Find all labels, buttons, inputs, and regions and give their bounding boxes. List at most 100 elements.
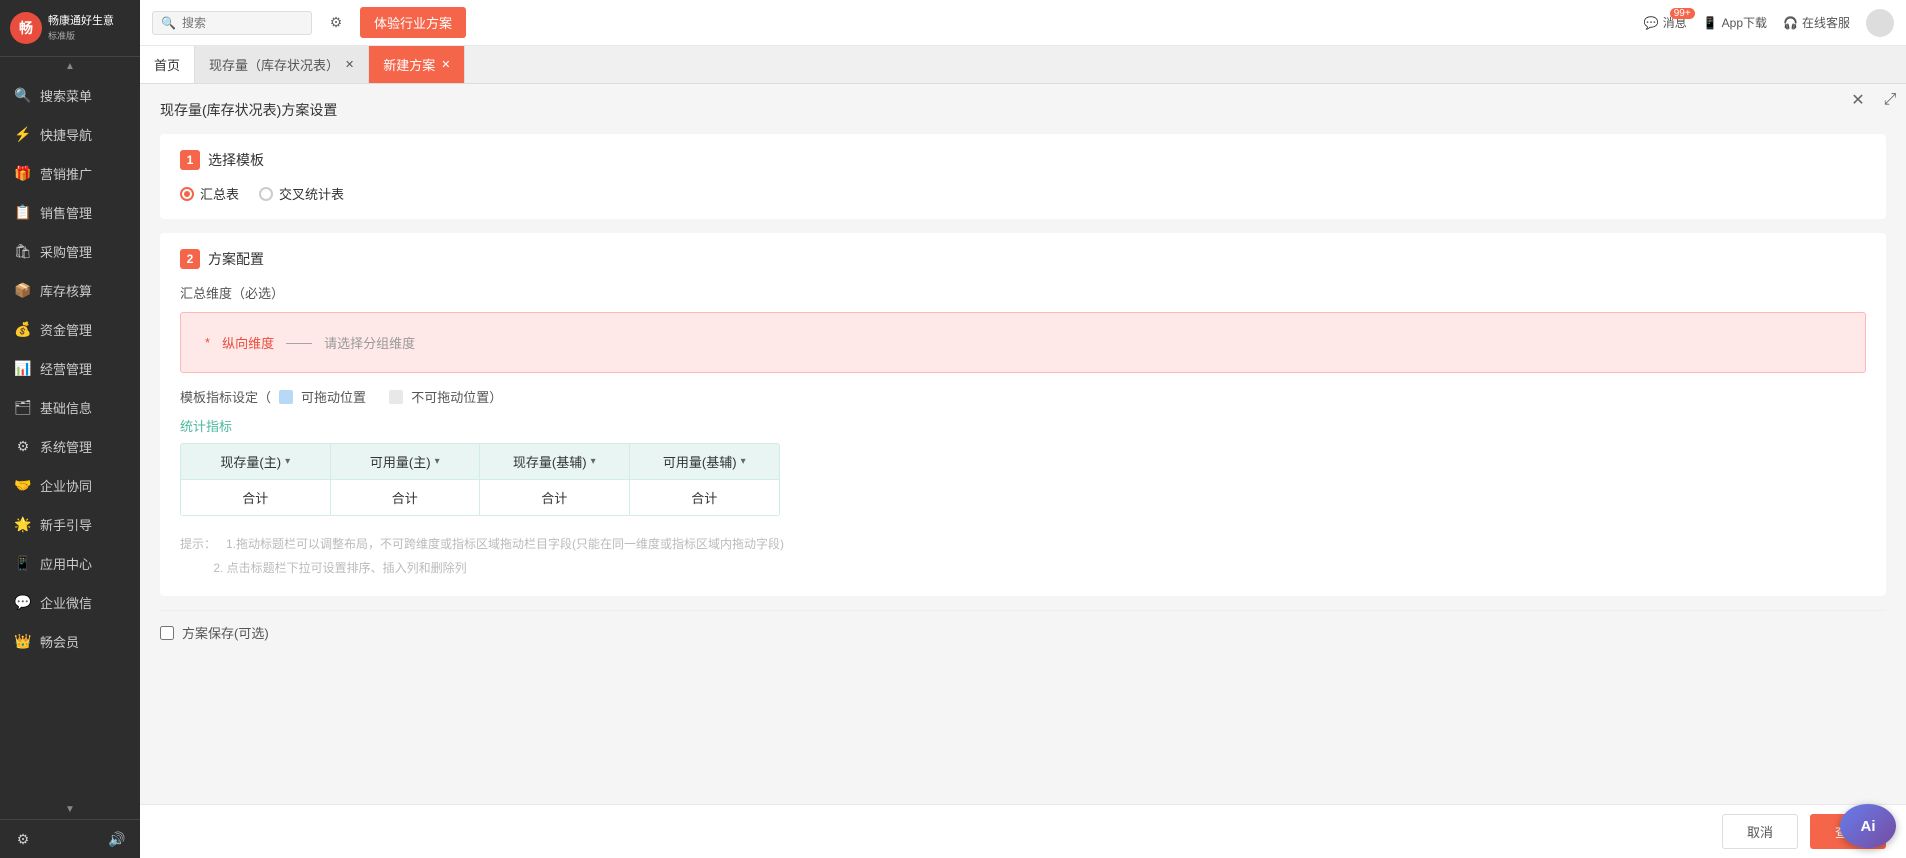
tabbar: 首页 现存量（库存状况表） ✕ 新建方案 ✕ bbox=[140, 46, 1906, 84]
sidebar-item-search[interactable]: 🔍 搜索菜单 bbox=[0, 76, 140, 115]
save-area: 方案保存(可选) bbox=[160, 610, 1886, 654]
tips-item-1: 提示： 1.拖动标题栏可以调整布局，不可跨维度或指标区域拖动栏目字段(只能在同一… bbox=[180, 532, 1866, 556]
step2-title: 方案配置 bbox=[208, 249, 264, 269]
enterprise-icon: 🤝 bbox=[14, 477, 32, 495]
stats-col-2[interactable]: 可用量(主) ▾ bbox=[331, 444, 481, 479]
stats-cell-1-1: 合计 bbox=[181, 479, 331, 515]
basic-info-icon: 🗂 bbox=[14, 399, 32, 417]
app-label: App下载 bbox=[1722, 14, 1767, 31]
draggable-text: 可拖动位置 bbox=[301, 387, 366, 406]
stats-cell-1-4: 合计 bbox=[630, 479, 780, 515]
modal-expand-btn[interactable]: ⤢ bbox=[1874, 84, 1906, 116]
trial-btn[interactable]: 体验行业方案 bbox=[360, 7, 466, 38]
search-input[interactable] bbox=[182, 16, 282, 30]
wechat-icon: 💬 bbox=[14, 594, 32, 612]
tab-home-label: 首页 bbox=[154, 55, 180, 74]
page-content: ✕ ⤢ 现存量(库存状况表)方案设置 1 选择模板 汇总表 bbox=[140, 84, 1906, 804]
radio-summary-label: 汇总表 bbox=[200, 184, 239, 203]
quick-nav-icon: ⚡ bbox=[14, 126, 32, 144]
ai-fab-button[interactable]: Ai bbox=[1840, 804, 1896, 848]
radio-dot-cross bbox=[259, 187, 273, 201]
sidebar-item-newbie[interactable]: 🌟 新手引导 bbox=[0, 505, 140, 544]
sidebar-label-search: 搜索菜单 bbox=[40, 86, 92, 105]
sidebar-item-finance[interactable]: 💰 资金管理 bbox=[0, 310, 140, 349]
sidebar-item-sales[interactable]: 📋 销售管理 bbox=[0, 193, 140, 232]
settings-icon[interactable]: ⚙ bbox=[14, 830, 32, 848]
tab-new-scheme-close[interactable]: ✕ bbox=[441, 58, 450, 71]
tab-inventory-status[interactable]: 现存量（库存状况表） ✕ bbox=[195, 46, 369, 83]
indicator-settings-text: 模板指标设定（ bbox=[180, 387, 271, 406]
search-icon: 🔍 bbox=[14, 87, 32, 105]
tab-new-scheme[interactable]: 新建方案 ✕ bbox=[369, 46, 465, 83]
stats-col-4-label: 可用量(基辅) bbox=[663, 452, 737, 471]
sidebar-label-newbie: 新手引导 bbox=[40, 515, 92, 534]
chevron-icon-4: ▾ bbox=[741, 456, 746, 467]
sidebar-item-operations[interactable]: 📊 经营管理 bbox=[0, 349, 140, 388]
app-edition: 标准版 bbox=[48, 29, 114, 42]
topbar-right: 💬 消息 99+ 📱 App下载 🎧 在线客服 bbox=[1644, 9, 1894, 37]
sidebar-item-basic-info[interactable]: 🗂 基础信息 bbox=[0, 388, 140, 427]
dimension-box: * 纵向维度 —— 请选择分组维度 bbox=[180, 312, 1866, 373]
service-btn[interactable]: 🎧 在线客服 bbox=[1783, 14, 1850, 31]
message-icon: 💬 bbox=[1644, 16, 1659, 30]
sidebar-item-member[interactable]: 👑 畅会员 bbox=[0, 622, 140, 661]
draggable-badge bbox=[279, 390, 293, 404]
radio-summary[interactable]: 汇总表 bbox=[180, 184, 239, 203]
topbar: 🔍 ⚙ 体验行业方案 💬 消息 99+ 📱 App下载 🎧 在线客服 bbox=[140, 0, 1906, 46]
save-label: 方案保存(可选) bbox=[182, 623, 269, 642]
tab-inventory-close[interactable]: ✕ bbox=[345, 58, 354, 71]
chevron-icon-2: ▾ bbox=[435, 456, 440, 467]
stats-col-1[interactable]: 现存量(主) ▾ bbox=[181, 444, 331, 479]
cancel-button[interactable]: 取消 bbox=[1722, 814, 1798, 849]
sidebar-scroll-up[interactable]: ▲ bbox=[0, 57, 140, 76]
save-checkbox[interactable] bbox=[160, 626, 174, 640]
sidebar-scroll-down[interactable]: ▼ bbox=[0, 800, 140, 819]
dim-placeholder[interactable]: 请选择分组维度 bbox=[324, 333, 415, 352]
stats-cell-1-3: 合计 bbox=[480, 479, 630, 515]
user-avatar[interactable] bbox=[1866, 9, 1894, 37]
sidebar-item-marketing[interactable]: 🎁 营销推广 bbox=[0, 154, 140, 193]
stats-table: 现存量(主) ▾ 可用量(主) ▾ 现存量(基辅) ▾ 可用量(基辅) bbox=[180, 443, 780, 516]
radio-cross[interactable]: 交叉统计表 bbox=[259, 184, 344, 203]
sidebar-label-operations: 经营管理 bbox=[40, 359, 92, 378]
tab-home[interactable]: 首页 bbox=[140, 46, 195, 83]
tab-inventory-status-label: 现存量（库存状况表） bbox=[209, 55, 339, 74]
sidebar-item-system[interactable]: ⚙ 系统管理 bbox=[0, 427, 140, 466]
step2-section: 2 方案配置 汇总维度（必选） * 纵向维度 —— 请选择分组维度 模板指标设定… bbox=[160, 233, 1886, 596]
required-mark: * bbox=[205, 335, 210, 350]
stats-col-3-label: 现存量(基辅) bbox=[513, 452, 587, 471]
radio-dot-summary bbox=[180, 187, 194, 201]
page-title: 现存量(库存状况表)方案设置 bbox=[160, 100, 1886, 120]
step1-badge: 1 bbox=[180, 150, 200, 170]
stats-col-4[interactable]: 可用量(基辅) ▾ bbox=[630, 444, 780, 479]
step1-section: 1 选择模板 汇总表 交叉统计表 bbox=[160, 134, 1886, 219]
sidebar-item-enterprise[interactable]: 🤝 企业协同 bbox=[0, 466, 140, 505]
service-icon: 🎧 bbox=[1783, 16, 1798, 30]
non-draggable-badge bbox=[389, 390, 403, 404]
stats-col-2-label: 可用量(主) bbox=[370, 452, 431, 471]
topbar-settings-btn[interactable]: ⚙ bbox=[322, 9, 350, 37]
sidebar-item-purchase[interactable]: 🛍 采购管理 bbox=[0, 232, 140, 271]
app-center-icon: 📱 bbox=[14, 555, 32, 573]
app-download-btn[interactable]: 📱 App下载 bbox=[1703, 14, 1767, 31]
modal-close-btn[interactable]: ✕ bbox=[1842, 84, 1874, 116]
sidebar-item-quick-nav[interactable]: ⚡ 快捷导航 bbox=[0, 115, 140, 154]
stats-col-3[interactable]: 现存量(基辅) ▾ bbox=[480, 444, 630, 479]
inventory-icon: 📦 bbox=[14, 282, 32, 300]
sidebar-nav: 🔍 搜索菜单 ⚡ 快捷导航 🎁 营销推广 📋 销售管理 🛍 采购管理 📦 库存核… bbox=[0, 76, 140, 800]
tab-new-scheme-label: 新建方案 bbox=[383, 55, 435, 74]
stats-cell-1-2: 合计 bbox=[331, 479, 481, 515]
sidebar-item-inventory[interactable]: 📦 库存核算 bbox=[0, 271, 140, 310]
marketing-icon: 🎁 bbox=[14, 165, 32, 183]
sidebar-item-app-center[interactable]: 📱 应用中心 bbox=[0, 544, 140, 583]
sidebar-item-wechat[interactable]: 💬 企业微信 bbox=[0, 583, 140, 622]
system-icon: ⚙ bbox=[14, 438, 32, 456]
speaker-icon[interactable]: 🔊 bbox=[108, 830, 126, 848]
indicator-settings: 模板指标设定（ 可拖动位置 不可拖动位置） bbox=[180, 387, 1866, 406]
message-btn[interactable]: 💬 消息 99+ bbox=[1644, 14, 1687, 31]
sidebar-label-purchase: 采购管理 bbox=[40, 242, 92, 261]
search-box[interactable]: 🔍 bbox=[152, 11, 312, 35]
step1-header: 1 选择模板 bbox=[180, 150, 1866, 170]
chevron-icon-1: ▾ bbox=[285, 456, 290, 467]
sidebar-footer: ⚙ 🔊 bbox=[0, 819, 140, 858]
